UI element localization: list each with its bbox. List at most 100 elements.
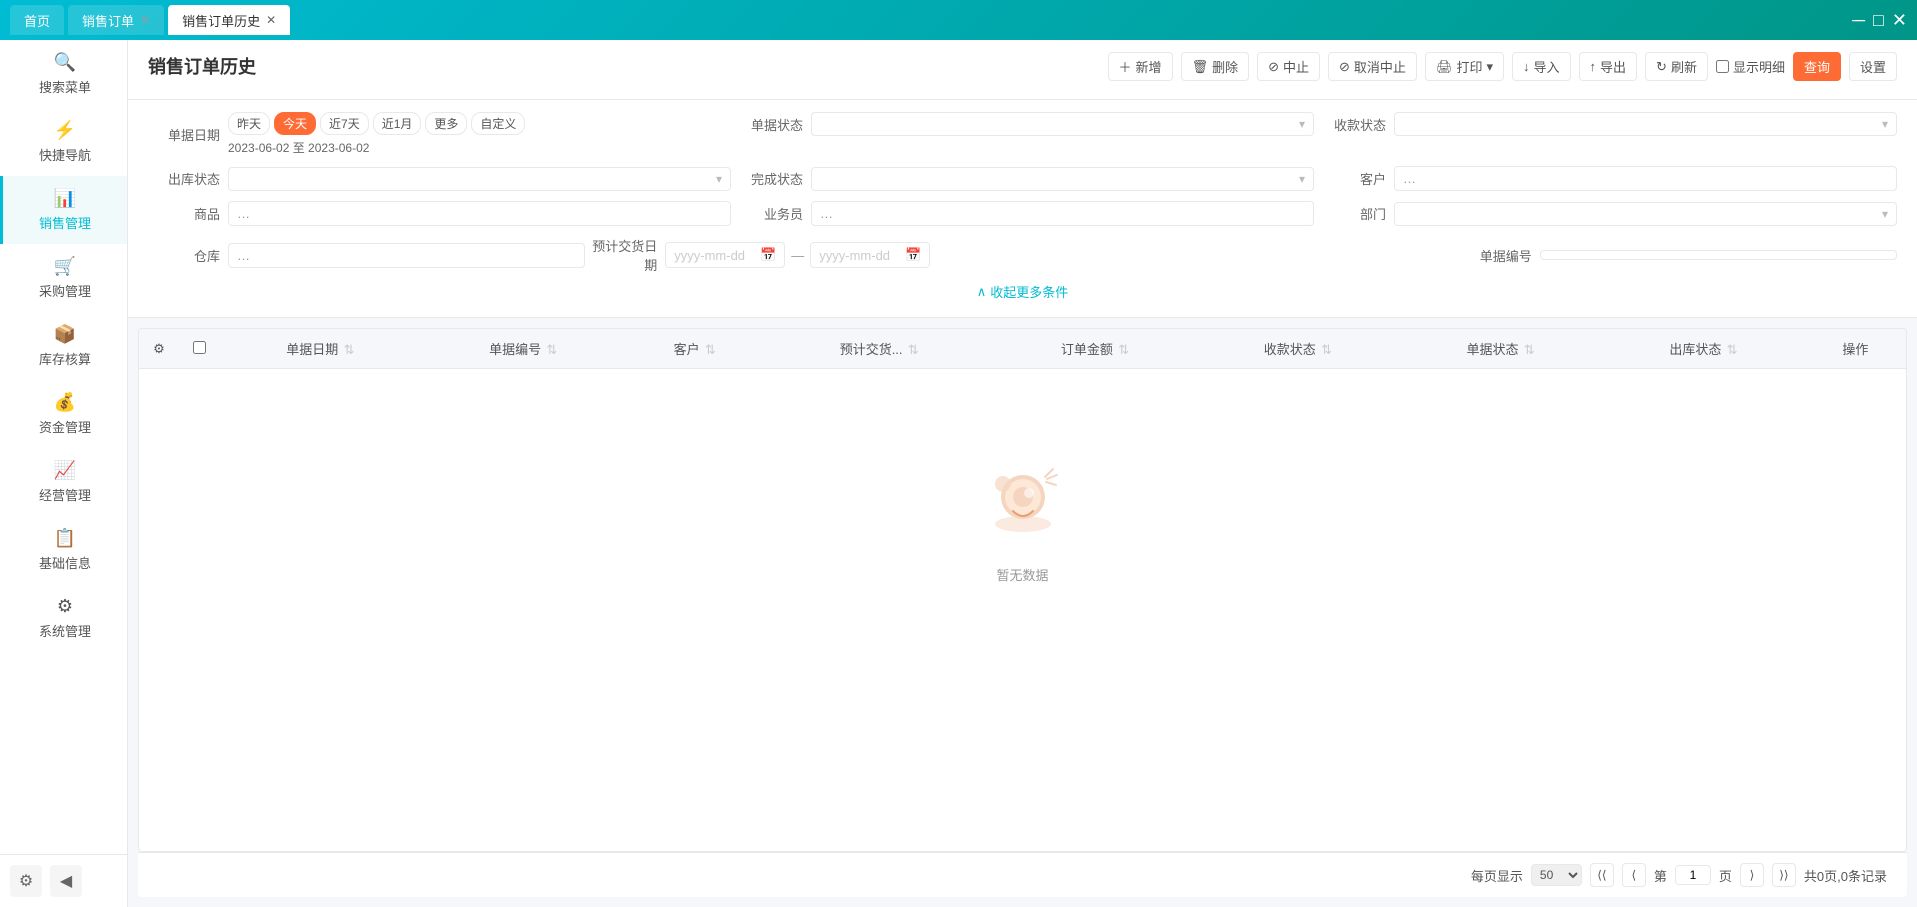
stock-out-select[interactable]: ▾ [228,167,731,191]
sidebar-item-sales[interactable]: 📊 销售管理 [0,176,127,244]
complete-status-label: 完成状态 [731,169,811,188]
th-bill-status[interactable]: 单据状态 ⇅ [1399,329,1602,369]
settings-button[interactable]: 设置 [1849,52,1897,81]
page-size-select[interactable]: 50 20 100 [1531,864,1582,886]
th-customer[interactable]: 客户 ⇅ [625,329,765,369]
add-label: 新增 [1136,57,1162,76]
content-area: 销售订单历史 ＋ 新增 🗑 删除 ⊘ 中止 ⊘ [128,40,1917,907]
show-detail-checkbox-label[interactable]: 显示明细 [1716,57,1785,76]
refresh-button[interactable]: ↻ 刷新 [1645,52,1708,81]
sidebar-bottom: ⚙ ◀ [0,854,127,907]
complete-status-select[interactable]: ▾ [811,167,1314,191]
export-label: 导出 [1600,57,1626,76]
topbar: 首页 销售订单 ✕ 销售订单历史 ✕ ─ □ ✕ [0,0,1917,40]
sidebar-settings-btn[interactable]: ⚙ [10,865,42,897]
calendar-from-icon[interactable]: 📅 [760,247,776,263]
sidebar-item-quick-nav[interactable]: ⚡ 快捷导航 [0,108,127,176]
date-separator: — [791,248,804,263]
sidebar-item-system[interactable]: ⚙ 系统管理 [0,584,127,652]
window-restore-btn[interactable]: □ [1873,10,1884,31]
tab-home[interactable]: 首页 [10,5,64,35]
settings-label: 设置 [1860,57,1886,76]
th-checkbox[interactable] [179,329,219,369]
page-header: 销售订单历史 ＋ 新增 🗑 删除 ⊘ 中止 ⊘ [128,40,1917,100]
expected-date-label: 预计交货日期 [585,236,665,274]
query-label: 查询 [1804,57,1830,76]
sort-arrows-payment-status: ⇅ [1321,342,1332,357]
empty-icon [973,449,1073,549]
sidebar-item-inventory[interactable]: 📦 库存核算 [0,312,127,380]
th-order-amount[interactable]: 订单金额 ⇅ [994,329,1197,369]
customer-input[interactable]: … [1394,166,1897,191]
th-expected-delivery[interactable]: 预计交货... ⇅ [765,329,994,369]
stock-out-filter-cell: 出库状态 ▾ [148,167,731,191]
product-input[interactable]: … [228,201,731,226]
salesperson-input[interactable]: … [811,201,1314,226]
window-close-btn[interactable]: ✕ [1892,10,1907,31]
import-icon: ↓ [1523,59,1530,74]
bill-no-filter-cell: 单据编号 [1460,246,1897,265]
dept-label: 部门 [1314,204,1394,223]
th-settings[interactable]: ⚙ [139,329,179,369]
first-page-btn[interactable]: ⟨⟨ [1590,863,1614,887]
th-payment-status[interactable]: 收款状态 ⇅ [1196,329,1399,369]
tab-sales-history-close[interactable]: ✕ [266,13,276,27]
date-yesterday-btn[interactable]: 昨天 [228,112,270,135]
salesperson-filter-cell: 业务员 … [731,201,1314,226]
sidebar-item-search[interactable]: 🔍 搜索菜单 [0,40,127,108]
select-all-checkbox[interactable] [193,341,206,354]
calendar-to-icon[interactable]: 📅 [905,247,921,263]
sidebar-collapse-btn[interactable]: ◀ [50,865,82,897]
salesperson-label: 业务员 [731,204,811,223]
th-stock-out-status[interactable]: 出库状态 ⇅ [1602,329,1805,369]
sidebar-item-purchase-label: 采购管理 [39,281,91,300]
show-detail-checkbox[interactable] [1716,60,1729,73]
delete-button[interactable]: 🗑 删除 [1181,52,1250,81]
prev-page-btn[interactable]: ⟨ [1622,863,1646,887]
dept-select[interactable]: ▾ [1394,202,1897,226]
sidebar-item-base-info[interactable]: 📋 基础信息 [0,516,127,584]
date-today-btn[interactable]: 今天 [274,112,316,135]
th-date[interactable]: 单据日期 ⇅ [219,329,422,369]
sidebar-item-sales-label: 销售管理 [39,213,91,232]
payment-status-select[interactable]: ▾ [1394,112,1897,136]
date-7days-btn[interactable]: 近7天 [320,112,369,135]
date-more-btn[interactable]: 更多 [425,112,467,135]
sidebar-item-system-label: 系统管理 [39,621,91,640]
search-icon: 🔍 [54,52,76,73]
bill-no-input[interactable] [1540,250,1897,260]
sidebar-item-purchase[interactable]: 🛒 采购管理 [0,244,127,312]
cancel-stop-button[interactable]: ⊘ 取消中止 [1328,52,1417,81]
import-button[interactable]: ↓ 导入 [1512,52,1571,81]
bill-status-select[interactable]: ▾ [811,112,1314,136]
stop-label: 中止 [1283,57,1309,76]
print-button[interactable]: 🖨 打印 ▾ [1425,52,1504,81]
last-page-btn[interactable]: ⟩⟩ [1772,863,1796,887]
page-title: 销售订单历史 [148,53,256,79]
add-button[interactable]: ＋ 新增 [1108,52,1173,81]
page-number-input[interactable] [1675,865,1711,885]
expected-date-to[interactable]: yyyy-mm-dd 📅 [810,242,930,268]
print-arrow: ▾ [1486,59,1493,75]
sidebar-item-operations[interactable]: 📈 经营管理 [0,448,127,516]
th-stock-out-status-label: 出库状态 [1669,342,1721,357]
payment-status-filter-cell: 收款状态 ▾ [1314,112,1897,136]
date-1month-btn[interactable]: 近1月 [373,112,422,135]
tab-sales-history[interactable]: 销售订单历史 ✕ [168,5,290,35]
next-page-btn[interactable]: ⟩ [1740,863,1764,887]
settings-icon[interactable]: ⚙ [153,341,165,356]
query-button[interactable]: 查询 [1793,52,1841,81]
export-button[interactable]: ↑ 导出 [1579,52,1638,81]
tab-sales-order[interactable]: 销售订单 ✕ [68,5,164,35]
expected-date-from[interactable]: yyyy-mm-dd 📅 [665,242,785,268]
th-bill-no[interactable]: 单据编号 ⇅ [422,329,625,369]
collapse-bar[interactable]: ∧ 收起更多条件 [148,278,1897,305]
date-custom-btn[interactable]: 自定义 [471,112,525,135]
window-minimize-btn[interactable]: ─ [1852,10,1865,31]
export-icon: ↑ [1590,59,1597,74]
warehouse-input[interactable]: … [228,243,585,268]
stop-button[interactable]: ⊘ 中止 [1257,52,1320,81]
tab-sales-order-close[interactable]: ✕ [140,13,150,27]
sidebar-item-finance[interactable]: 💰 资金管理 [0,380,127,448]
inventory-icon: 📦 [54,324,76,345]
